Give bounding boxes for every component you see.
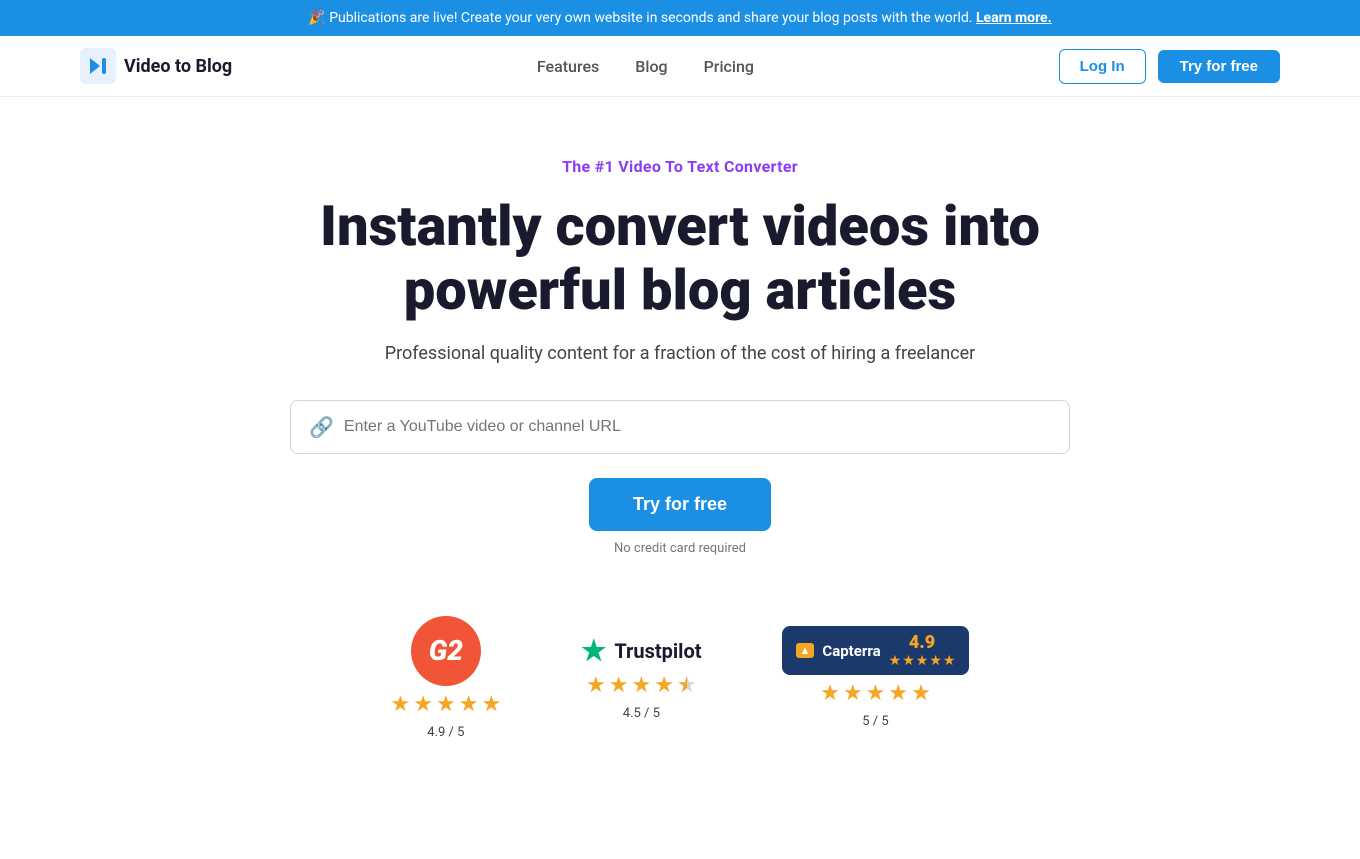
hero-title-line2: powerful blog articles	[404, 257, 957, 323]
capterra-score-number: 4.9	[889, 632, 956, 653]
g2-badge: G2	[411, 616, 481, 686]
nav-actions: Log In Try for free	[1059, 49, 1280, 84]
nav-logo[interactable]: Video to Blog	[80, 48, 232, 84]
banner-text: 🎉 Publications are live! Create your ver…	[308, 10, 972, 26]
trustpilot-rating: ★ Trustpilot ★ ★ ★ ★ ★★ 4.5 / 5	[581, 634, 701, 721]
banner-link[interactable]: Learn more.	[976, 10, 1052, 26]
capterra-stars-small: ★ ★ ★ ★ ★	[889, 653, 956, 669]
hero-section: The #1 Video To Text Converter Instantly…	[0, 97, 1360, 810]
capterra-stars: ★ ★ ★ ★ ★	[820, 681, 931, 706]
trustpilot-label: Trustpilot	[614, 639, 701, 663]
try-for-free-nav-button[interactable]: Try for free	[1158, 50, 1280, 83]
no-credit-card-text: No credit card required	[614, 541, 746, 556]
ratings-section: G2 ★ ★ ★ ★ ★ 4.9 / 5 ★ Trustpilot ★ ★ ★ …	[391, 606, 970, 770]
trustpilot-badge: ★ Trustpilot	[581, 634, 701, 667]
capterra-flag: ▲	[796, 643, 815, 658]
logo-text: Video to Blog	[124, 56, 232, 77]
navbar: Video to Blog Features Blog Pricing Log …	[0, 36, 1360, 97]
login-button[interactable]: Log In	[1059, 49, 1146, 84]
hero-title-line1: Instantly convert videos into	[320, 193, 1040, 259]
trustpilot-stars: ★ ★ ★ ★ ★★	[586, 673, 697, 698]
hero-description: Professional quality content for a fract…	[385, 343, 975, 364]
hero-title: Instantly convert videos into powerful b…	[320, 194, 1040, 323]
announcement-banner: 🎉 Publications are live! Create your ver…	[0, 0, 1360, 36]
nav-link-pricing[interactable]: Pricing	[704, 57, 754, 76]
url-input-container: 🔗	[290, 400, 1070, 454]
nav-link-blog[interactable]: Blog	[635, 57, 667, 76]
trustpilot-score: 4.5 / 5	[623, 706, 660, 721]
capterra-score-text: 5 / 5	[862, 714, 888, 729]
capterra-badge: ▲ Capterra 4.9 ★ ★ ★ ★ ★	[782, 626, 970, 675]
url-input[interactable]	[344, 418, 1051, 436]
trustpilot-star-icon: ★	[581, 634, 606, 667]
capterra-score-block: 4.9 ★ ★ ★ ★ ★	[889, 632, 956, 669]
g2-rating: G2 ★ ★ ★ ★ ★ 4.9 / 5	[391, 616, 502, 740]
capterra-rating: ▲ Capterra 4.9 ★ ★ ★ ★ ★ ★ ★ ★ ★	[782, 626, 970, 729]
nav-link-features[interactable]: Features	[537, 57, 599, 76]
capterra-label: Capterra	[822, 642, 880, 660]
g2-score: 4.9 / 5	[427, 725, 464, 740]
g2-stars: ★ ★ ★ ★ ★	[391, 692, 502, 717]
nav-links: Features Blog Pricing	[537, 57, 754, 76]
logo-icon	[80, 48, 116, 84]
link-icon: 🔗	[309, 415, 334, 439]
try-for-free-hero-button[interactable]: Try for free	[589, 478, 771, 531]
hero-subtitle: The #1 Video To Text Converter	[562, 157, 798, 176]
